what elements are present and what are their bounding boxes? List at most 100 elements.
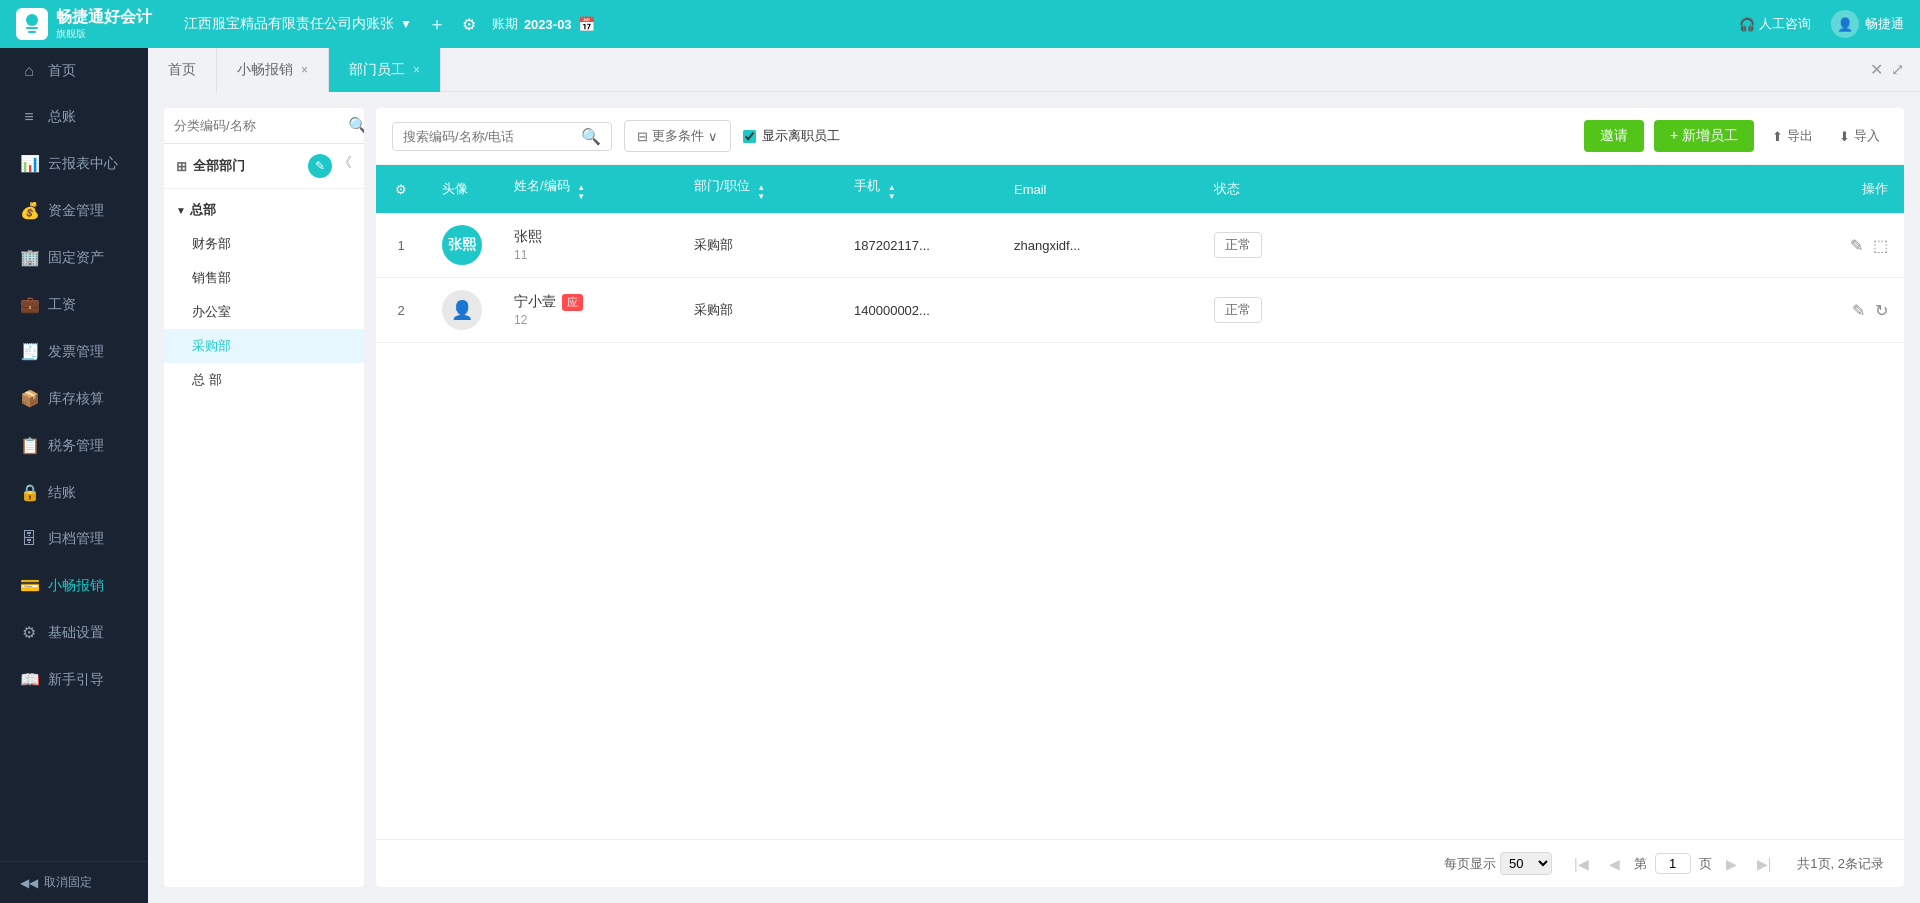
row1-name-cell: 张熙 11 — [498, 213, 678, 278]
table-header-row: ⚙ 头像 姓名/编码 ▲▼ 部门/职位 ▲▼ — [376, 165, 1904, 213]
headset-icon: 🎧 — [1739, 17, 1755, 32]
col-name[interactable]: 姓名/编码 ▲▼ — [498, 165, 678, 213]
sidebar-label-home: 首页 — [48, 62, 76, 80]
row2-badge: 应 — [562, 294, 583, 311]
name-sort-icon: ▲▼ — [577, 184, 585, 201]
dept-node-purchase[interactable]: 采购部 — [164, 329, 364, 363]
col-status: 状态 — [1198, 165, 1348, 213]
tab-employees[interactable]: 部门员工 × — [329, 48, 441, 92]
row1-edit-button[interactable]: ✎ — [1850, 236, 1863, 255]
dept-node-sales[interactable]: 销售部 — [164, 261, 364, 295]
sidebar-item-funds[interactable]: 💰 资金管理 — [0, 187, 148, 234]
search-icon[interactable]: 🔍 — [581, 127, 601, 146]
import-label: 导入 — [1854, 127, 1880, 145]
maximize-window-icon[interactable]: ⤢ — [1891, 60, 1904, 79]
page-number-input[interactable] — [1655, 853, 1691, 874]
app-logo-icon — [16, 8, 48, 40]
tab-employees-close[interactable]: × — [413, 63, 420, 77]
row2-dept: 采购部 — [694, 302, 733, 317]
add-company-icon[interactable]: ＋ — [428, 12, 446, 36]
company-dropdown-icon[interactable]: ▼ — [400, 17, 412, 31]
tax-icon: 📋 — [20, 436, 38, 455]
tab-expense-close[interactable]: × — [301, 63, 308, 77]
sidebar-item-settings[interactable]: ⚙ 基础设置 — [0, 609, 148, 656]
sidebar-item-invoice[interactable]: 🧾 发票管理 — [0, 328, 148, 375]
dept-node-office[interactable]: 办公室 — [164, 295, 364, 329]
pagination-bar: 每页显示 50 100 |◀ ◀ 第 页 ▶ ▶| 共1页, 2条记录 — [376, 839, 1904, 887]
sidebar-item-home[interactable]: ⌂ 首页 — [0, 48, 148, 94]
dept-search-input[interactable] — [174, 118, 342, 133]
sidebar-item-ledger[interactable]: ≡ 总账 — [0, 94, 148, 140]
tab-expense[interactable]: 小畅报销 × — [217, 48, 329, 92]
row1-logout-button[interactable]: ⬚ — [1873, 236, 1888, 255]
add-employee-button[interactable]: + 新增员工 — [1654, 120, 1754, 152]
sidebar-item-expense[interactable]: 💳 小畅报销 — [0, 562, 148, 609]
invite-button[interactable]: 邀请 — [1584, 120, 1644, 152]
sidebar-item-tax[interactable]: 📋 税务管理 — [0, 422, 148, 469]
sidebar-item-guide[interactable]: 📖 新手引导 — [0, 656, 148, 703]
next-page-button[interactable]: ▶ — [1720, 854, 1743, 874]
dept-sort-icon: ▲▼ — [757, 184, 765, 201]
row2-status-cell: 正常 — [1198, 278, 1348, 343]
filter-chevron-icon: ∨ — [708, 129, 718, 144]
avatar: 👤 — [1831, 10, 1859, 38]
show-resigned-checkbox[interactable] — [743, 130, 756, 143]
import-button[interactable]: ⬇ 导入 — [1831, 121, 1888, 151]
row2-refresh-button[interactable]: ↻ — [1875, 301, 1888, 320]
col-phone[interactable]: 手机 ▲▼ — [838, 165, 998, 213]
employee-search-input[interactable] — [403, 129, 575, 144]
row2-code: 12 — [514, 313, 662, 327]
sidebar-label-tax: 税务管理 — [48, 437, 104, 455]
row1-email-cell: zhangxidf... — [998, 213, 1198, 278]
table-row: 2 👤 宁小壹 应 — [376, 278, 1904, 343]
tab-home[interactable]: 首页 — [148, 48, 217, 92]
last-page-button[interactable]: ▶| — [1751, 854, 1778, 874]
row1-phone-cell: 187202117... — [838, 213, 998, 278]
col-dept[interactable]: 部门/职位 ▲▼ — [678, 165, 838, 213]
dept-search-icon[interactable]: 🔍 — [348, 116, 364, 135]
page-content: 🔍 ⊞ 全部部门 ✎ 《 ▼总部 财务部 — [148, 92, 1920, 903]
sidebar-item-salary[interactable]: 💼 工资 — [0, 281, 148, 328]
employee-search-box: 🔍 — [392, 122, 612, 151]
row2-phone-cell: 140000002... — [838, 278, 998, 343]
dept-node-hq[interactable]: ▼总部 — [164, 193, 364, 227]
row2-edit-button[interactable]: ✎ — [1852, 301, 1865, 320]
sidebar-item-closing[interactable]: 🔒 结账 — [0, 469, 148, 516]
dept-node-finance[interactable]: 财务部 — [164, 227, 364, 261]
per-page-select[interactable]: 50 100 — [1500, 852, 1552, 875]
prev-page-button[interactable]: ◀ — [1603, 854, 1626, 874]
sidebar-item-archive[interactable]: 🗄 归档管理 — [0, 516, 148, 562]
svg-rect-2 — [28, 31, 36, 33]
total-info: 共1页, 2条记录 — [1797, 855, 1884, 873]
sidebar-item-reports[interactable]: 📊 云报表中心 — [0, 140, 148, 187]
employee-table: ⚙ 头像 姓名/编码 ▲▼ 部门/职位 ▲▼ — [376, 165, 1904, 343]
dept-node-hq2[interactable]: 总 部 — [164, 363, 364, 397]
user-area[interactable]: 👤 畅捷通 — [1831, 10, 1904, 38]
close-window-icon[interactable]: ✕ — [1870, 60, 1883, 79]
tab-home-label: 首页 — [168, 61, 196, 79]
support-button[interactable]: 🎧 人工咨询 — [1739, 15, 1811, 33]
toolbar-right: 邀请 + 新增员工 ⬆ 导出 ⬇ 导入 — [1584, 120, 1888, 152]
base-settings-icon: ⚙ — [20, 623, 38, 642]
tab-bar: 首页 小畅报销 × 部门员工 × ✕ ⤢ — [148, 48, 1920, 92]
assets-icon: 🏢 — [20, 248, 38, 267]
settings-icon[interactable]: ⚙ — [462, 15, 476, 34]
calendar-icon[interactable]: 📅 — [578, 16, 595, 32]
export-button[interactable]: ⬆ 导出 — [1764, 121, 1821, 151]
dept-collapse-icon[interactable]: 《 — [338, 154, 352, 178]
dept-add-button[interactable]: ✎ — [308, 154, 332, 178]
phone-sort-icon: ▲▼ — [888, 184, 896, 201]
inventory-icon: 📦 — [20, 389, 38, 408]
per-page-select-area: 每页显示 50 100 — [1444, 852, 1552, 875]
filter-button[interactable]: ⊟ 更多条件 ∨ — [624, 120, 731, 152]
row1-status-cell: 正常 — [1198, 213, 1348, 278]
col-settings[interactable]: ⚙ — [376, 165, 426, 213]
cancel-fixed-button[interactable]: ◀◀ 取消固定 — [0, 861, 148, 903]
sidebar-item-inventory[interactable]: 📦 库存核算 — [0, 375, 148, 422]
sidebar-label-closing: 结账 — [48, 484, 76, 502]
sidebar-item-assets[interactable]: 🏢 固定资产 — [0, 234, 148, 281]
first-page-button[interactable]: |◀ — [1568, 854, 1595, 874]
row1-avatar: 张熙 — [442, 225, 482, 265]
sidebar-label-salary: 工资 — [48, 296, 76, 314]
all-dept-label: 全部部门 — [193, 157, 245, 175]
